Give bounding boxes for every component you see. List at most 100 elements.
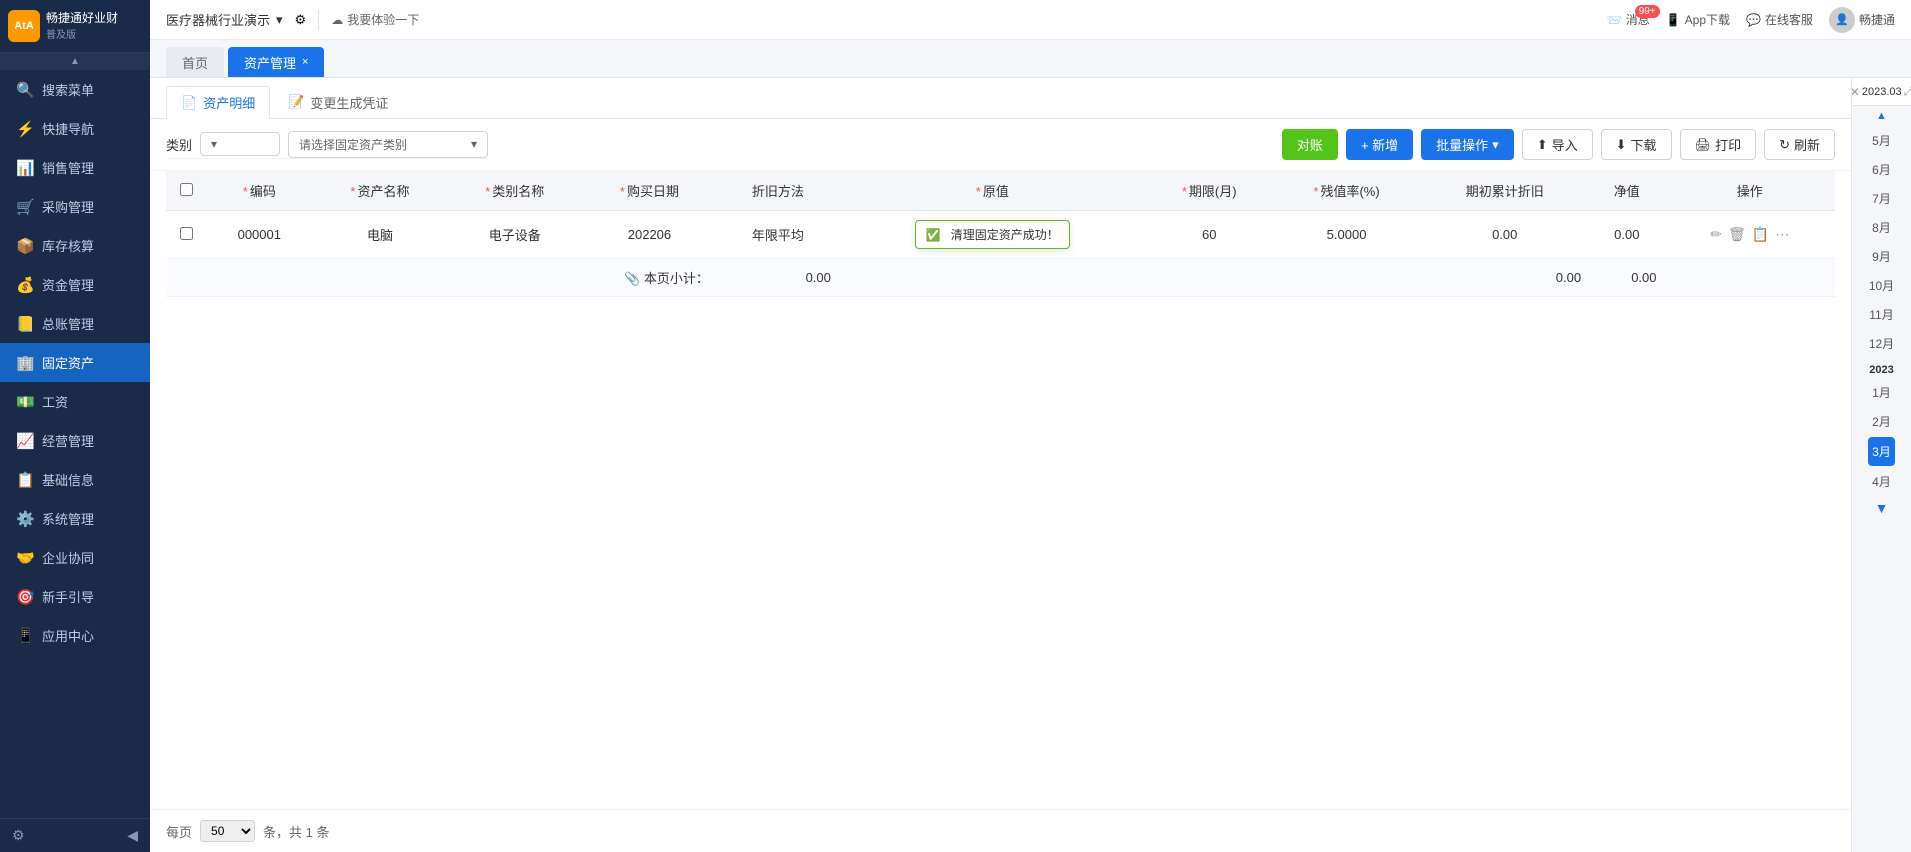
timeline-item[interactable]: 12月 (1865, 329, 1898, 358)
sub-tab-bar: 📄 资产明细 📝变更生成凭证 (150, 78, 1851, 119)
change_voucher-label: 变更生成凭证 (310, 93, 388, 112)
enterprise-icon: 🤝 (16, 549, 34, 567)
user-menu[interactable]: 👤 畅捷通 (1829, 7, 1895, 33)
sidebar-item-funds[interactable]: 💰资金管理 (0, 265, 150, 304)
timeline-item[interactable]: 2月 (1864, 407, 1899, 436)
asset_detail-label: 资产明细 (203, 93, 255, 112)
fixed_assets-icon: 🏢 (16, 354, 34, 372)
new-button[interactable]: + 新增 (1346, 129, 1413, 160)
asset_detail-icon: 📄 (181, 95, 197, 111)
per-page-select[interactable]: 50 100 200 (200, 820, 255, 842)
timeline-item[interactable]: 5月 (1865, 126, 1898, 155)
timeline-item[interactable]: 10月 (1865, 271, 1898, 300)
sidebar-scroll-up[interactable]: ▲ (0, 53, 150, 70)
company-selector[interactable]: 医疗器械行业演示 ▾ (166, 10, 283, 29)
reconcile-button[interactable]: 对账 (1282, 129, 1338, 160)
timeline-item[interactable]: 9月 (1865, 242, 1898, 271)
app-download-icon: 📱 (1666, 13, 1681, 27)
timeline-items-before: 5月6月7月8月9月10月11月12月 (1865, 126, 1898, 358)
sidebar-item-sales[interactable]: 📊销售管理 (0, 148, 150, 187)
asset-category-select[interactable]: 请选择固定资产类别 ▾ (288, 131, 488, 158)
timeline-item[interactable]: 7月 (1865, 184, 1898, 213)
sidebar-item-fixed_assets[interactable]: 🏢固定资产 (0, 343, 150, 382)
timeline-scroll-up-button[interactable]: ▲ (1872, 106, 1891, 126)
cell-ops-0: ✏ 🗑 📋 ⋯ (1665, 211, 1835, 259)
main-area: 医疗器械行业演示 ▾ ⚙ ☁ 我要体验一下 📨 消息 99+ 📱 App下载 💬… (150, 0, 1911, 852)
search-label: 搜索菜单 (42, 80, 94, 99)
refresh-icon: ↻ (1779, 137, 1790, 153)
download-button[interactable]: ⬇ 下载 (1601, 129, 1672, 160)
batch-chevron-icon: ▾ (1492, 137, 1499, 153)
import-button[interactable]: ⬆ 导入 (1522, 129, 1593, 160)
sidebar-item-enterprise[interactable]: 🤝 企业协同 (0, 538, 150, 577)
sidebar-item-ledger[interactable]: 📒总账管理 (0, 304, 150, 343)
timeline-item[interactable]: 11月 (1865, 300, 1898, 329)
download-label: 下载 (1631, 135, 1657, 154)
sidebar-item-purchase[interactable]: 🛒采购管理 (0, 187, 150, 226)
timeline-expand-icon[interactable]: ⤢ (1904, 84, 1911, 99)
collapse-icon[interactable]: ◀ (127, 827, 138, 844)
sidebar-item-app_center[interactable]: 📱应用中心 (0, 616, 150, 655)
category-filter-select[interactable]: ▾ (200, 132, 280, 156)
cell-category-0: 电子设备 (447, 211, 582, 259)
subtotal-label: 📎 本页小计： (624, 271, 709, 286)
online-service-button[interactable]: 💬 在线客服 (1746, 11, 1813, 28)
sidebar-item-system[interactable]: ⚙️系统管理 (0, 499, 150, 538)
tab-asset_mgmt[interactable]: 资产管理× (228, 47, 324, 77)
app-download-button[interactable]: 📱 App下载 (1666, 11, 1730, 28)
more-icon-0[interactable]: ⋯ (1775, 226, 1789, 243)
edit-icon-0[interactable]: ✏ (1710, 226, 1722, 243)
guide-label: 新手引导 (42, 587, 94, 606)
subtotal-text-cell: 📎 本页小计： (313, 259, 717, 297)
col-operation: 操作 (1665, 171, 1835, 211)
timeline-close-icon[interactable]: ✕ (1851, 85, 1860, 99)
sub-tab-asset_detail[interactable]: 📄 资产明细 (166, 86, 270, 119)
topbar-right: 📨 消息 99+ 📱 App下载 💬 在线客服 👤 畅捷通 (1607, 7, 1895, 33)
avatar: 👤 (1829, 7, 1855, 33)
tab-home[interactable]: 首页 (166, 47, 224, 77)
sidebar-item-basic_info[interactable]: 📋基础信息 (0, 460, 150, 499)
sidebar-item-operations[interactable]: 📈经营管理 (0, 421, 150, 460)
app-version: 普及版 (46, 26, 118, 41)
row-checkbox-cell (166, 211, 206, 259)
delete-icon-0[interactable]: 🗑 (1728, 226, 1746, 243)
row-checkbox-0[interactable] (180, 227, 193, 240)
sidebar-item-payroll[interactable]: 💵工资 (0, 382, 150, 421)
select-all-checkbox[interactable] (180, 183, 193, 196)
timeline-item[interactable]: 8月 (1865, 213, 1898, 242)
timeline-item[interactable]: 1月 (1864, 378, 1899, 407)
cell-purchase-date-0: 202206 (582, 211, 717, 259)
timeline-header: ✕ 2023.03 ⤢ (1852, 78, 1911, 106)
col-purchase-date: *购买日期 (582, 171, 717, 211)
timeline-scroll-down-button[interactable]: ▼ (1871, 496, 1893, 520)
enterprise-label: 企业协同 (42, 548, 94, 567)
sidebar-item-guide[interactable]: 🎯新手引导 (0, 577, 150, 616)
search-icon: 🔍 (16, 81, 34, 99)
timeline-item[interactable]: 3月 (1868, 437, 1895, 466)
experience-button[interactable]: ☁ 我要体验一下 (331, 11, 419, 28)
copy-icon-0[interactable]: 📋 (1752, 226, 1769, 243)
funds-icon: 💰 (16, 276, 34, 294)
online-service-label: 在线客服 (1765, 11, 1813, 28)
tab-asset_mgmt-close[interactable]: × (302, 56, 308, 68)
settings-gear-icon[interactable]: ⚙ (295, 12, 307, 28)
sidebar-item-search[interactable]: 🔍 搜索菜单 (0, 70, 150, 109)
operations-icon: 📈 (16, 432, 34, 450)
cell-residual-0: 5.0000 (1273, 211, 1421, 259)
message-button[interactable]: 📨 消息 99+ (1607, 11, 1650, 28)
batch-ops-button[interactable]: 批量操作 ▾ (1421, 129, 1514, 160)
sales-icon: 📊 (16, 159, 34, 177)
sub-tab-change_voucher[interactable]: 📝变更生成凭证 (274, 87, 402, 118)
print-button[interactable]: 🖨 打印 (1680, 129, 1757, 160)
sidebar-logo: AtA 畅捷通好业财 普及版 (0, 0, 150, 53)
import-label: 导入 (1552, 135, 1578, 154)
col-term: *期限(月) (1146, 171, 1273, 211)
refresh-button[interactable]: ↻ 刷新 (1764, 129, 1835, 160)
sidebar-item-inventory[interactable]: 📦库存核算 (0, 226, 150, 265)
timeline-item[interactable]: 4月 (1864, 467, 1899, 496)
col-initial-depr: 期初累计折旧 (1420, 171, 1589, 211)
asset-category-arrow: ▾ (471, 137, 477, 151)
timeline-item[interactable]: 6月 (1865, 155, 1898, 184)
sidebar-item-quicknav[interactable]: ⚡快捷导航 (0, 109, 150, 148)
settings-icon[interactable]: ⚙ (12, 827, 25, 844)
